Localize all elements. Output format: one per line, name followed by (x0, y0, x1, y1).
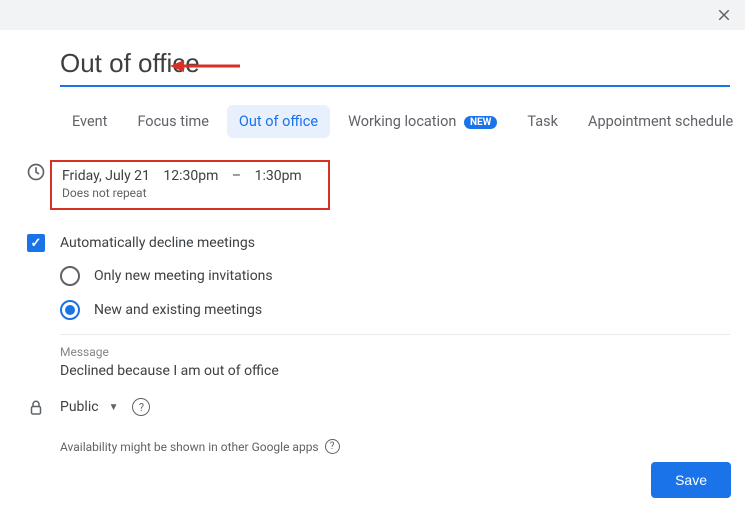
radio-new-and-existing[interactable]: New and existing meetings (60, 300, 733, 320)
tab-event[interactable]: Event (60, 105, 119, 138)
event-title-input[interactable] (60, 48, 730, 87)
tab-out-of-office[interactable]: Out of office (227, 105, 330, 138)
availability-note-text: Availability might be shown in other Goo… (60, 440, 319, 454)
checkmark-icon: ✓ (31, 236, 42, 251)
availability-help-icon[interactable]: ? (325, 439, 340, 454)
tab-working-location-label: Working location (348, 113, 456, 130)
visibility-select[interactable]: Public ▼ (60, 399, 118, 415)
decline-message-block[interactable]: Message Declined because I am out of off… (60, 345, 733, 379)
radio-only-new-label: Only new meeting invitations (94, 268, 273, 284)
date-value: Friday, July 21 (62, 168, 150, 184)
tab-appointment-schedule[interactable]: Appointment schedule (576, 105, 745, 138)
radio-only-new[interactable]: Only new meeting invitations (60, 266, 733, 286)
event-type-tabs: Event Focus time Out of office Working l… (60, 105, 733, 138)
message-label: Message (60, 345, 733, 359)
radio-new-and-existing-label: New and existing meetings (94, 302, 262, 318)
availability-note-row: Availability might be shown in other Goo… (60, 439, 733, 454)
datetime-row[interactable]: Friday, July 21 12:30pm – 1:30pm (62, 168, 318, 184)
tab-working-location[interactable]: Working location NEW (336, 105, 509, 138)
visibility-help-icon[interactable]: ? (132, 398, 150, 416)
new-badge: NEW (464, 116, 497, 129)
radio-circle-icon (60, 300, 80, 320)
auto-decline-checkbox-row[interactable]: ✓ Automatically decline meetings (12, 234, 733, 252)
message-text: Declined because I am out of office (60, 363, 733, 379)
radio-circle-icon (60, 266, 80, 286)
auto-decline-label: Automatically decline meetings (60, 235, 255, 251)
time-dash: – (232, 168, 241, 184)
end-time: 1:30pm (255, 168, 302, 184)
tab-task[interactable]: Task (515, 105, 570, 138)
save-button[interactable]: Save (651, 462, 731, 498)
visibility-value: Public (60, 399, 99, 415)
auto-decline-checkbox[interactable]: ✓ (27, 234, 45, 252)
dialog-topbar (0, 0, 745, 30)
clock-icon (26, 162, 46, 182)
divider (60, 334, 730, 335)
lock-icon (27, 399, 45, 417)
repeat-value[interactable]: Does not repeat (62, 186, 318, 200)
decline-radio-group: Only new meeting invitations New and exi… (60, 266, 733, 320)
chevron-down-icon: ▼ (109, 402, 119, 413)
tab-focus-time[interactable]: Focus time (125, 105, 220, 138)
close-button[interactable] (715, 6, 733, 24)
datetime-highlight-box: Friday, July 21 12:30pm – 1:30pm Does no… (50, 160, 330, 210)
start-time: 12:30pm (163, 168, 218, 184)
close-icon (715, 6, 733, 24)
